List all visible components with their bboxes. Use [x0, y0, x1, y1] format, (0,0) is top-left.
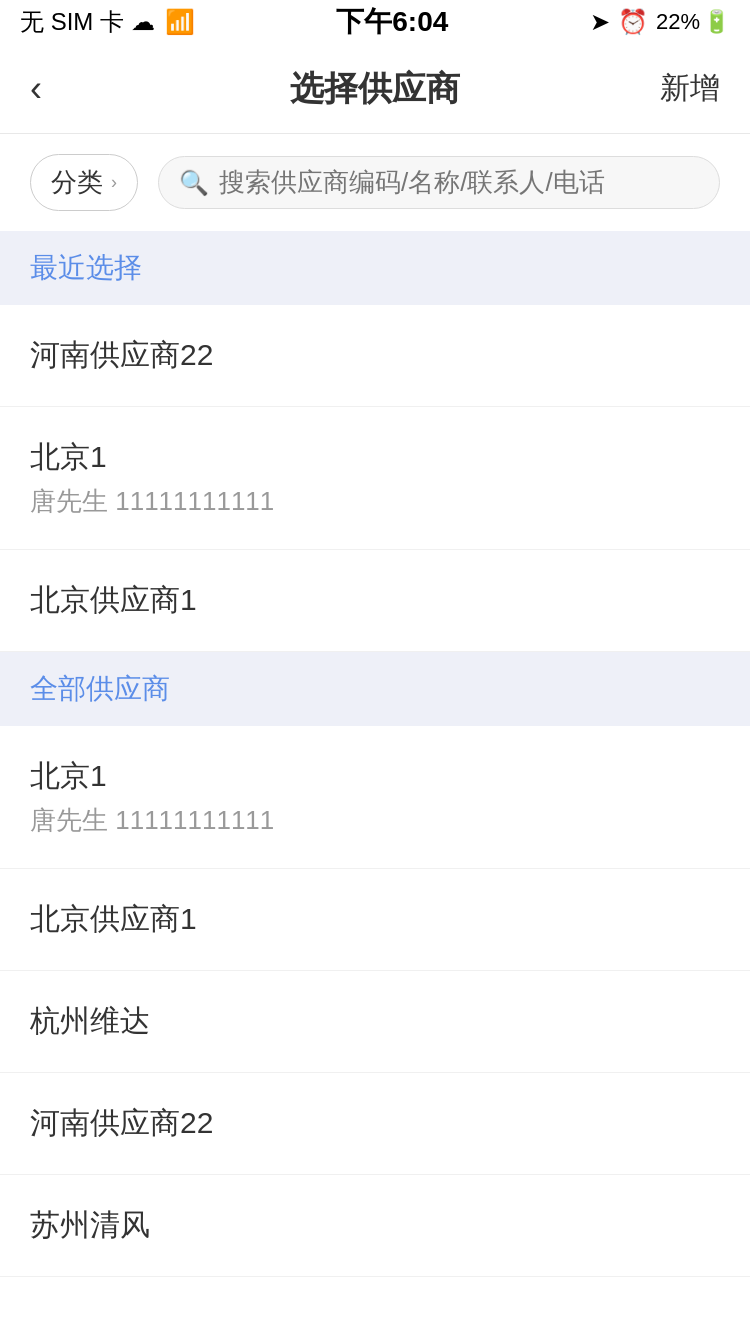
search-box[interactable]: 🔍	[158, 156, 720, 209]
category-filter[interactable]: 分类 ›	[30, 154, 138, 211]
back-button[interactable]: ‹	[30, 68, 90, 110]
battery-indicator: 22% 🔋	[656, 9, 730, 35]
item-name: 北京供应商1	[30, 899, 720, 940]
item-name: 河南供应商22	[30, 335, 720, 376]
item-name: 北京1	[30, 437, 720, 478]
recent-list-item[interactable]: 河南供应商22	[0, 305, 750, 407]
no-sim-label: 无 SIM 卡 ☁	[20, 6, 155, 38]
all-list-item[interactable]: 北京1 唐先生 11111111111	[0, 726, 750, 869]
recent-list-item[interactable]: 北京供应商1	[0, 550, 750, 652]
all-list-item[interactable]: 河南供应商22	[0, 1073, 750, 1175]
recent-list-item[interactable]: 北京1 唐先生 11111111111	[0, 407, 750, 550]
location-icon: ➤	[590, 8, 610, 36]
all-list-item[interactable]: 苏州清风	[0, 1175, 750, 1277]
battery-percentage: 22%	[656, 9, 700, 35]
search-input[interactable]	[219, 167, 699, 198]
item-sub: 唐先生 11111111111	[30, 484, 720, 519]
all-list-item[interactable]: 杭州维达	[0, 971, 750, 1073]
alarm-icon: ⏰	[618, 8, 648, 36]
status-left: 无 SIM 卡 ☁ 📶	[20, 6, 195, 38]
recent-items-list: 河南供应商22 北京1 唐先生 11111111111 北京供应商1	[0, 305, 750, 652]
category-label: 分类	[51, 165, 103, 200]
nav-bar: ‹ 选择供应商 新增	[0, 44, 750, 134]
wifi-icon: 📶	[165, 8, 195, 36]
recent-section-header: 最近选择	[0, 231, 750, 305]
status-right: ➤ ⏰ 22% 🔋	[590, 8, 730, 36]
item-name: 北京供应商1	[30, 580, 720, 621]
chevron-right-icon: ›	[111, 172, 117, 193]
battery-icon: 🔋	[703, 9, 730, 35]
all-section-header: 全部供应商	[0, 652, 750, 726]
status-bar: 无 SIM 卡 ☁ 📶 下午6:04 ➤ ⏰ 22% 🔋	[0, 0, 750, 44]
status-time: 下午6:04	[336, 3, 448, 41]
all-list-item[interactable]: 北京供应商1	[0, 869, 750, 971]
item-name: 杭州维达	[30, 1001, 720, 1042]
all-items-list: 北京1 唐先生 11111111111 北京供应商1 杭州维达河南供应商22 苏州清风	[0, 726, 750, 1277]
new-button[interactable]: 新增	[660, 68, 720, 109]
item-name: 苏州清风	[30, 1205, 720, 1246]
filter-bar: 分类 › 🔍	[0, 134, 750, 231]
search-icon: 🔍	[179, 169, 209, 197]
item-name: 河南供应商22	[30, 1103, 720, 1144]
page-title: 选择供应商	[290, 66, 460, 112]
item-sub: 唐先生 11111111111	[30, 803, 720, 838]
item-name: 北京1	[30, 756, 720, 797]
